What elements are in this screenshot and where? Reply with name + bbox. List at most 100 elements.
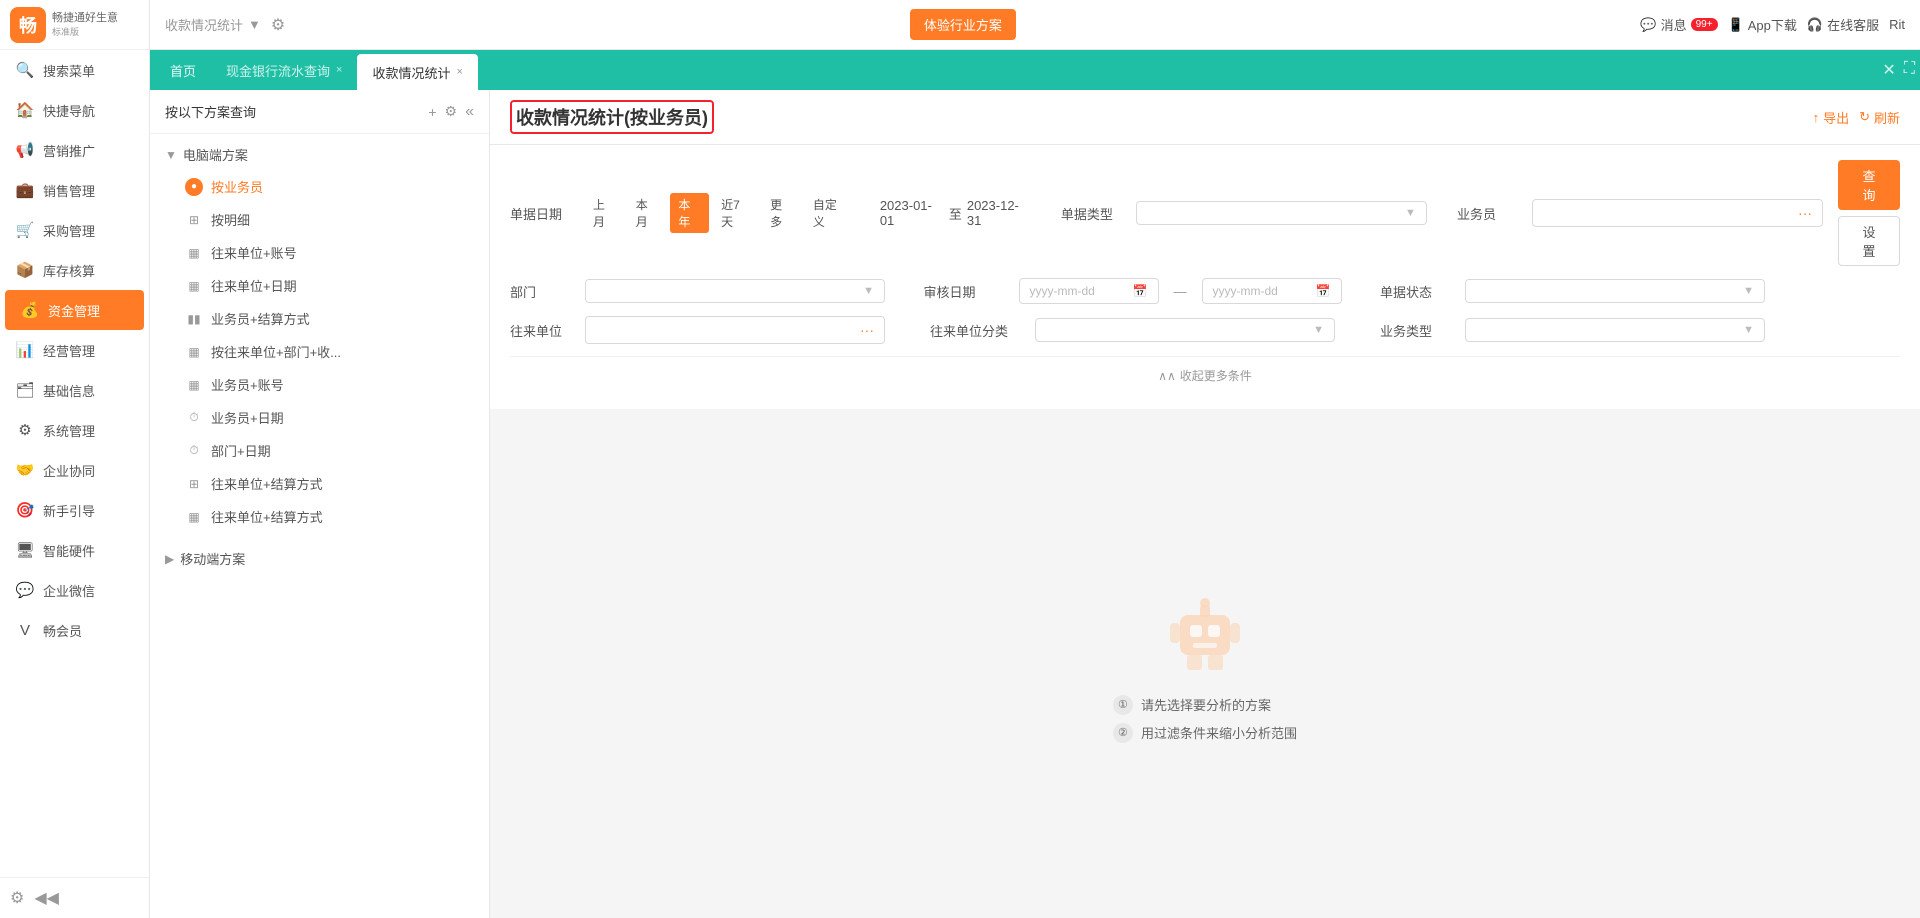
collapse-bar[interactable]: ∧∧ 收起更多条件 — [510, 356, 1900, 394]
collapse-up-icon: ∧∧ — [1158, 369, 1176, 383]
sidebar: 畅 畅捷通好生意 标准版 🔍搜索菜单🏠快捷导航📢营销推广💼销售管理🛒采购管理📦库… — [0, 0, 150, 918]
nav-icon: ⚙ — [15, 420, 35, 440]
filter-row-dept: 部门 ▼ 审核日期 yyyy-mm-dd 📅 — — [510, 278, 1900, 304]
scheme-item[interactable]: ▦往来单位+结算方式 — [150, 500, 489, 533]
mobile-group-header[interactable]: ▶ 移动端方案 — [150, 543, 489, 574]
tab-bank-flow[interactable]: 现金银行流水查询 × — [211, 50, 357, 90]
sidebar-item-智能硬件[interactable]: 🖥智能硬件 — [0, 530, 149, 570]
salesperson-more-icon[interactable]: ··· — [1798, 205, 1812, 221]
scheme-icon: ⏱ — [185, 409, 203, 427]
counterpart-more-icon[interactable]: ··· — [860, 322, 874, 338]
nav-label: 基础信息 — [43, 381, 95, 400]
doc-status-dropdown[interactable]: ▼ — [1465, 279, 1765, 303]
biz-type-dropdown[interactable]: ▼ — [1465, 318, 1765, 342]
mobile-scheme-group: ▶ 移动端方案 — [150, 538, 489, 579]
tab-close-collection[interactable]: × — [456, 66, 462, 78]
messages-button[interactable]: 💬 消息 99+ — [1640, 15, 1717, 34]
step2: ② 用过滤条件来缩小分析范围 — [1113, 723, 1297, 743]
tab-collection-stats[interactable]: 收款情况统计 × — [357, 54, 477, 90]
nav-icon: 🖥 — [15, 540, 35, 560]
sidebar-item-经营管理[interactable]: 📊经营管理 — [0, 330, 149, 370]
page-title-box: 收款情况统计(按业务员) — [510, 100, 714, 134]
scheme-item[interactable]: ⏱部门+日期 — [150, 434, 489, 467]
sidebar-item-销售管理[interactable]: 💼销售管理 — [0, 170, 149, 210]
messages-label: 消息 — [1661, 15, 1687, 34]
scheme-item[interactable]: ▦按往来单位+部门+收... — [150, 335, 489, 368]
date-tab-last-month[interactable]: 上月 — [585, 193, 624, 233]
breadcrumb: 收款情况统计 ▼ — [165, 15, 261, 34]
date-filter-label: 单据日期 — [510, 204, 570, 223]
counterpart-input[interactable]: ··· — [585, 316, 885, 344]
dept-dropdown[interactable]: ▼ — [585, 279, 885, 303]
audit-date-to[interactable]: yyyy-mm-dd 📅 — [1202, 278, 1342, 304]
scheme-item[interactable]: ▦业务员+账号 — [150, 368, 489, 401]
sidebar-item-搜索菜单[interactable]: 🔍搜索菜单 — [0, 50, 149, 90]
nav-label: 畅会员 — [43, 621, 82, 640]
scheme-icon: ▦ — [185, 244, 203, 262]
desktop-group-header[interactable]: ▼ 电脑端方案 — [150, 139, 489, 170]
add-scheme-button[interactable]: + — [428, 104, 436, 120]
scheme-item[interactable]: ▦往来单位+账号 — [150, 236, 489, 269]
scheme-icon: ● — [185, 178, 203, 196]
logo-text: 畅捷通好生意 — [52, 11, 118, 25]
nav-icon: 💼 — [15, 180, 35, 200]
nav-label: 搜索菜单 — [43, 61, 95, 80]
calendar-icon-from: 📅 — [1133, 284, 1148, 298]
sidebar-item-企业微信[interactable]: 💬企业微信 — [0, 570, 149, 610]
sidebar-item-畅会员[interactable]: V畅会员 — [0, 610, 149, 650]
date-tab-this-year[interactable]: 本年 — [670, 193, 709, 233]
online-service-button[interactable]: 🎧 在线客服 — [1807, 15, 1879, 34]
nav-label: 库存核算 — [43, 261, 95, 280]
sidebar-item-库存核算[interactable]: 📦 库存核算 — [0, 250, 149, 290]
main: 收款情况统计 ▼ ⚙ 体验行业方案 💬 消息 99+ 📱 App下载 🎧 在线客… — [150, 0, 1920, 918]
nav-label: 营销推广 — [43, 141, 95, 160]
sidebar-item-资金管理[interactable]: 💰资金管理 — [5, 290, 144, 330]
scheme-item[interactable]: ⊞往来单位+结算方式 — [150, 467, 489, 500]
sidebar-item-采购管理[interactable]: 🛒采购管理 — [0, 210, 149, 250]
sidebar-item-基础信息[interactable]: 🗂基础信息 — [0, 370, 149, 410]
topbar-gear-icon[interactable]: ⚙ — [271, 15, 285, 35]
scheme-item[interactable]: ⊞按明细 — [150, 203, 489, 236]
scheme-item[interactable]: ▮▮业务员+结算方式 — [150, 302, 489, 335]
collapse-panel-button[interactable]: « — [465, 103, 474, 121]
sidebar-item-企业协同[interactable]: 🤝企业协同 — [0, 450, 149, 490]
collapse-sidebar-icon[interactable]: ◀◀ — [34, 888, 59, 908]
date-tab-more[interactable]: 更多 — [762, 193, 801, 233]
scheme-item[interactable]: ⏱业务员+日期 — [150, 401, 489, 434]
export-button[interactable]: ↑ 导出 — [1813, 108, 1850, 127]
scheme-label: 往来单位+结算方式 — [211, 507, 323, 526]
biz-type-label: 业务类型 — [1380, 321, 1450, 340]
nav-icon: 📦 — [15, 260, 35, 280]
sidebar-item-营销推广[interactable]: 📢营销推广 — [0, 130, 149, 170]
messages-badge: 99+ — [1691, 18, 1718, 31]
refresh-button[interactable]: ↻ 刷新 — [1859, 108, 1900, 127]
content: 按以下方案查询 + ⚙ « ▼ 电脑端方案 ●按业务员⊞按明细▦往来单位+账号▦… — [150, 90, 1920, 918]
close-window-icon[interactable]: ✕ — [1882, 60, 1895, 80]
sidebar-item-新手引导[interactable]: 🎯新手引导 — [0, 490, 149, 530]
headset-icon: 🎧 — [1807, 17, 1823, 33]
user-avatar[interactable]: Rit — [1889, 17, 1905, 32]
settings-filter-button[interactable]: 设置 — [1838, 216, 1900, 266]
sidebar-item-快捷导航[interactable]: 🏠快捷导航 — [0, 90, 149, 130]
date-tab-7days[interactable]: 近7天 — [713, 193, 758, 233]
category-dropdown[interactable]: ▼ — [1136, 201, 1427, 225]
settings-bottom-icon[interactable]: ⚙ — [10, 888, 24, 908]
date-tab-this-month[interactable]: 本月 — [628, 193, 667, 233]
scheme-item[interactable]: ●按业务员 — [150, 170, 489, 203]
tab-home[interactable]: 首页 — [155, 50, 211, 90]
query-button[interactable]: 查询 — [1838, 160, 1900, 210]
sidebar-item-系统管理[interactable]: ⚙系统管理 — [0, 410, 149, 450]
industry-solution-button[interactable]: 体验行业方案 — [910, 9, 1016, 40]
audit-date-from[interactable]: yyyy-mm-dd 📅 — [1019, 278, 1159, 304]
scheme-icon: ▦ — [185, 343, 203, 361]
tab-close-bank[interactable]: × — [336, 64, 342, 76]
sidebar-bottom: ⚙ ◀◀ — [0, 877, 149, 918]
scheme-icon: ⊞ — [185, 211, 203, 229]
salesperson-dropdown[interactable]: ··· — [1532, 199, 1823, 227]
date-tab-custom[interactable]: 自定义 — [805, 193, 855, 233]
scheme-item[interactable]: ▦往来单位+日期 — [150, 269, 489, 302]
maximize-icon[interactable]: ⛶ — [1904, 60, 1915, 80]
counterpart-cat-dropdown[interactable]: ▼ — [1035, 318, 1335, 342]
app-download-button[interactable]: 📱 App下载 — [1728, 15, 1797, 34]
scheme-settings-button[interactable]: ⚙ — [445, 103, 458, 120]
